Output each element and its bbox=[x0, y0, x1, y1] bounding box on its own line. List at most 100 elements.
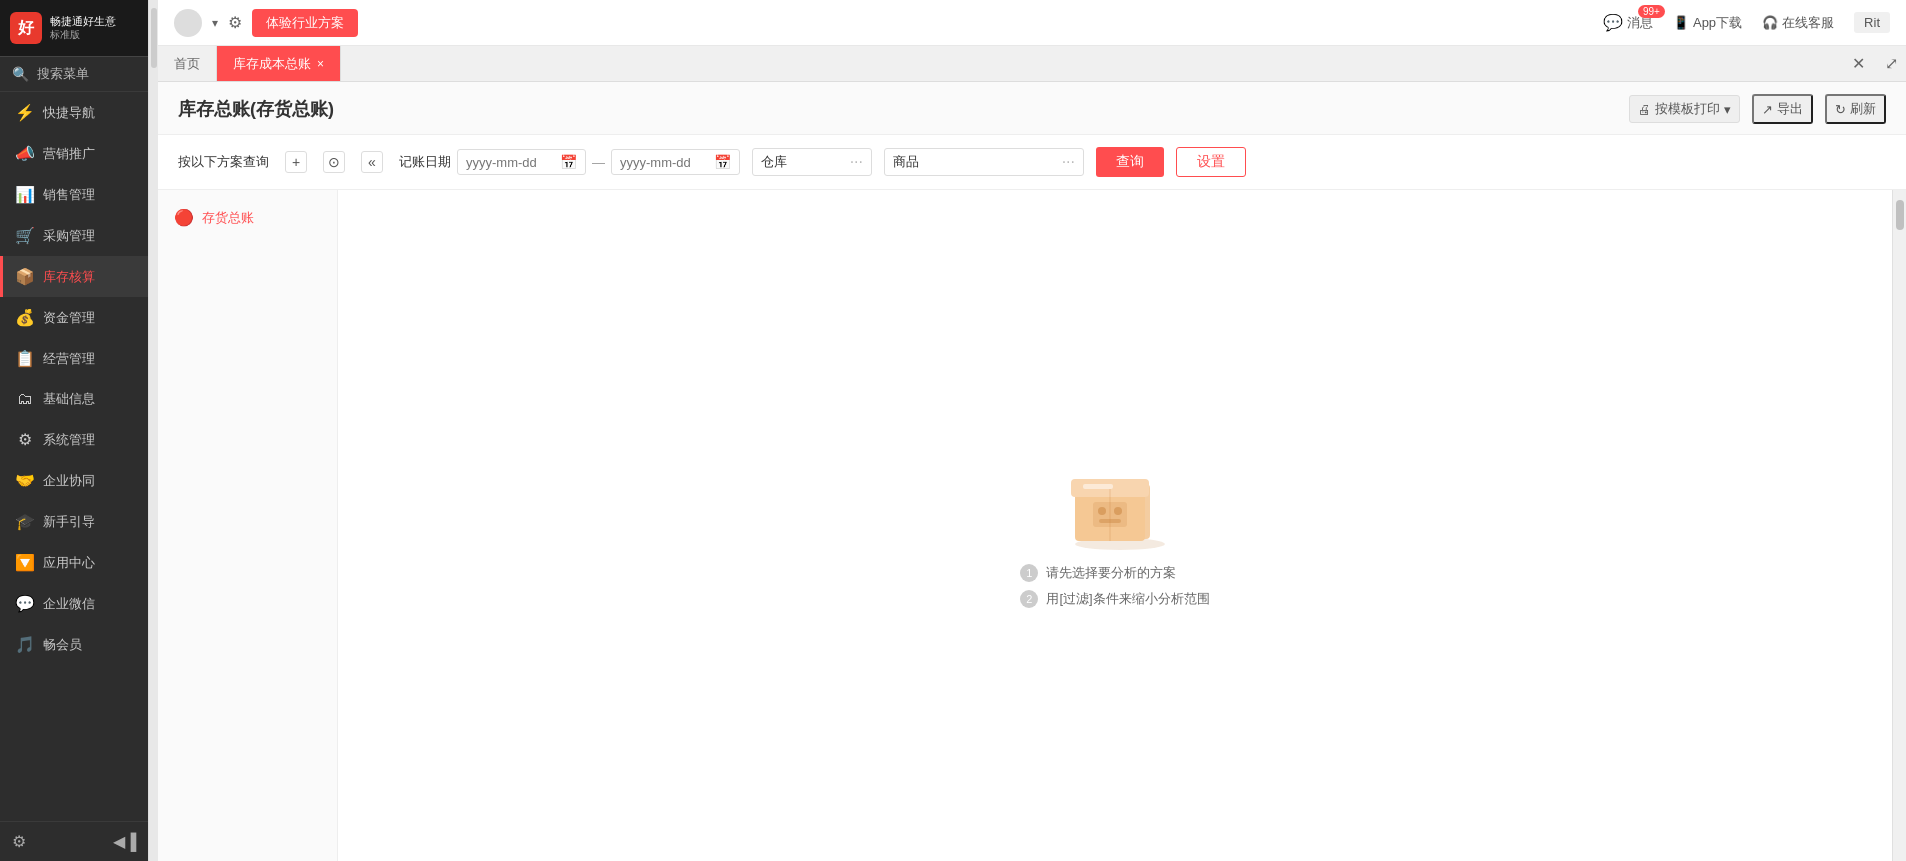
search-menu-label: 搜索菜单 bbox=[37, 65, 89, 83]
hint-num-2: 2 bbox=[1020, 590, 1038, 608]
sidebar-item-marketing[interactable]: 📣 营销推广 bbox=[0, 133, 148, 174]
sidebar-item-basic[interactable]: 🗂 基础信息 bbox=[0, 379, 148, 419]
sidebar-item-operation[interactable]: 📋 经营管理 bbox=[0, 338, 148, 379]
sidebar-item-appstore[interactable]: 🔽 应用中心 bbox=[0, 542, 148, 583]
refresh-label: 刷新 bbox=[1850, 100, 1876, 118]
trial-button[interactable]: 体验行业方案 bbox=[252, 9, 358, 37]
sidebar-item-guide[interactable]: 🎓 新手引导 bbox=[0, 501, 148, 542]
sidebar-item-label: 营销推广 bbox=[43, 145, 95, 163]
scheme-icon: 🔴 bbox=[174, 208, 194, 227]
filter-remove-button[interactable]: ⊙ bbox=[323, 151, 345, 173]
sidebar-item-inventory[interactable]: 📦 库存核算 bbox=[0, 256, 148, 297]
export-icon: ↗ bbox=[1762, 102, 1773, 117]
print-button[interactable]: 🖨 按模板打印 ▾ bbox=[1629, 95, 1740, 123]
panel-expand-icon[interactable]: ⤢ bbox=[1877, 54, 1906, 73]
collapse-icon[interactable]: ◀▐ bbox=[113, 832, 136, 851]
svg-rect-4 bbox=[1083, 484, 1113, 489]
sidebar-item-finance[interactable]: 💰 资金管理 bbox=[0, 297, 148, 338]
settings-button[interactable]: 设置 bbox=[1176, 147, 1246, 177]
messages-button[interactable]: 💬 消息 99+ bbox=[1603, 13, 1653, 32]
search-menu-item[interactable]: 🔍 搜索菜单 bbox=[0, 57, 148, 92]
dropdown-icon[interactable]: ▾ bbox=[212, 16, 218, 30]
operation-icon: 📋 bbox=[15, 349, 35, 368]
tabbar: 首页 库存成本总账 × ✕ ⤢ bbox=[158, 46, 1906, 82]
basic-icon: 🗂 bbox=[15, 390, 35, 408]
sidebar-item-label: 销售管理 bbox=[43, 186, 95, 204]
settings-icon[interactable]: ⚙ bbox=[12, 832, 26, 851]
topbar: ▾ ⚙ 体验行业方案 💬 消息 99+ 📱 App下载 🎧 在线客服 Rit bbox=[158, 0, 1906, 46]
message-icon: 💬 bbox=[1603, 13, 1623, 32]
svg-point-7 bbox=[1098, 507, 1106, 515]
app-name: 畅捷通好生意 bbox=[50, 14, 116, 28]
refresh-icon: ↻ bbox=[1835, 102, 1846, 117]
filter-date-group: 记账日期 📅 — 📅 bbox=[399, 149, 740, 175]
user-name[interactable]: Rit bbox=[1854, 12, 1890, 33]
guide-icon: 🎓 bbox=[15, 512, 35, 531]
page-title: 库存总账(存货总账) bbox=[178, 97, 334, 121]
sidebar-item-wechat[interactable]: 💬 企业微信 bbox=[0, 583, 148, 624]
warehouse-filter[interactable]: 仓库 ··· bbox=[752, 148, 872, 176]
export-button[interactable]: ↗ 导出 bbox=[1752, 94, 1813, 124]
topbar-gear-icon[interactable]: ⚙ bbox=[228, 13, 242, 32]
date-start-field[interactable] bbox=[466, 155, 556, 170]
tab-home[interactable]: 首页 bbox=[158, 46, 217, 81]
scheme-item-label: 存货总账 bbox=[202, 209, 254, 227]
appstore-icon: 🔽 bbox=[15, 553, 35, 572]
product-more-icon[interactable]: ··· bbox=[1062, 153, 1075, 171]
marketing-icon: 📣 bbox=[15, 144, 35, 163]
tab-close-icon[interactable]: × bbox=[317, 57, 324, 71]
phone-icon: 📱 bbox=[1673, 15, 1689, 30]
product-filter[interactable]: 商品 ··· bbox=[884, 148, 1084, 176]
panel-close-icon[interactable]: ✕ bbox=[1840, 54, 1877, 73]
product-label: 商品 bbox=[893, 153, 919, 171]
sidebar-item-sales[interactable]: 📊 销售管理 bbox=[0, 174, 148, 215]
date-end-input[interactable]: 📅 bbox=[611, 149, 740, 175]
query-button[interactable]: 查询 bbox=[1096, 147, 1164, 177]
print-label: 按模板打印 bbox=[1655, 100, 1720, 118]
filter-collapse-button[interactable]: « bbox=[361, 151, 383, 173]
date-start-input[interactable]: 📅 bbox=[457, 149, 586, 175]
member-icon: 🎵 bbox=[15, 635, 35, 654]
app-download-label: App下载 bbox=[1693, 14, 1742, 32]
filter-area: 按以下方案查询 + ⊙ « 记账日期 📅 — 📅 bbox=[158, 135, 1906, 190]
refresh-button[interactable]: ↻ 刷新 bbox=[1825, 94, 1886, 124]
right-scrollbar[interactable] bbox=[1892, 190, 1906, 861]
sidebar-item-label: 企业协同 bbox=[43, 472, 95, 490]
filter-add-button[interactable]: + bbox=[285, 151, 307, 173]
sidebar-item-label: 经营管理 bbox=[43, 350, 95, 368]
print-dropdown-icon: ▾ bbox=[1724, 102, 1731, 117]
scroll-thumb-right bbox=[1896, 200, 1904, 230]
tab-inventory-ledger[interactable]: 库存成本总账 × bbox=[217, 46, 341, 81]
sidebar-scrollbar[interactable] bbox=[148, 0, 158, 861]
calendar-start-icon[interactable]: 📅 bbox=[560, 154, 577, 170]
headset-icon: 🎧 bbox=[1762, 15, 1778, 30]
messages-badge: 99+ bbox=[1638, 5, 1665, 18]
sidebar-nav: ⚡ 快捷导航 📣 营销推广 📊 销售管理 🛒 采购管理 📦 库存核算 💰 资金管… bbox=[0, 92, 148, 821]
date-end-field[interactable] bbox=[620, 155, 710, 170]
sidebar-item-label: 新手引导 bbox=[43, 513, 95, 531]
sidebar-item-system[interactable]: ⚙ 系统管理 bbox=[0, 419, 148, 460]
sidebar-item-corp[interactable]: 🤝 企业协同 bbox=[0, 460, 148, 501]
app-logo: 好 畅捷通好生意 标准版 bbox=[0, 0, 148, 57]
user-avatar bbox=[174, 9, 202, 37]
empty-state: 1 请先选择要分析的方案 2 用[过滤]条件来缩小分析范围 bbox=[1020, 444, 1209, 608]
sidebar-item-label: 采购管理 bbox=[43, 227, 95, 245]
sidebar-item-label: 系统管理 bbox=[43, 431, 95, 449]
sidebar-item-label: 库存核算 bbox=[43, 268, 95, 286]
app-download-button[interactable]: 📱 App下载 bbox=[1673, 14, 1742, 32]
scheme-sidebar: 🔴 存货总账 bbox=[158, 190, 338, 861]
sidebar-item-quick-nav[interactable]: ⚡ 快捷导航 bbox=[0, 92, 148, 133]
scheme-item-inventory-ledger[interactable]: 🔴 存货总账 bbox=[158, 200, 337, 235]
online-support-button[interactable]: 🎧 在线客服 bbox=[1762, 14, 1834, 32]
empty-hint-2: 2 用[过滤]条件来缩小分析范围 bbox=[1020, 590, 1209, 608]
calendar-end-icon[interactable]: 📅 bbox=[714, 154, 731, 170]
sidebar-item-purchase[interactable]: 🛒 采购管理 bbox=[0, 215, 148, 256]
corp-icon: 🤝 bbox=[15, 471, 35, 490]
sidebar-item-label: 资金管理 bbox=[43, 309, 95, 327]
sidebar-item-label: 快捷导航 bbox=[43, 104, 95, 122]
tab-inventory-label: 库存成本总账 bbox=[233, 55, 311, 73]
sidebar-item-member[interactable]: 🎵 畅会员 bbox=[0, 624, 148, 665]
empty-hint-1: 1 请先选择要分析的方案 bbox=[1020, 564, 1209, 582]
svg-point-8 bbox=[1114, 507, 1122, 515]
warehouse-more-icon[interactable]: ··· bbox=[850, 153, 863, 171]
